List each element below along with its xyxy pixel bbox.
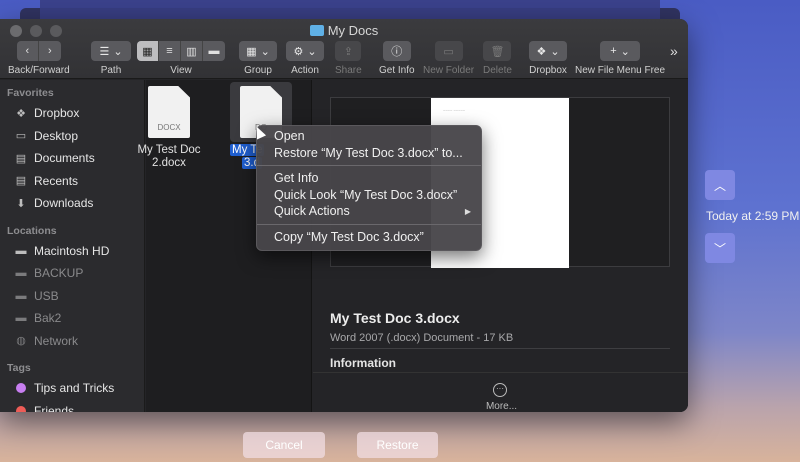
- menu-separator: [257, 165, 481, 166]
- network-icon: ◍: [16, 335, 26, 348]
- chevron-down-icon: ⌄: [113, 45, 123, 58]
- context-menu: Open Restore “My Test Doc 3.docx” to... …: [256, 125, 482, 251]
- sidebar-item-tag-tips[interactable]: Tips and Tricks: [0, 377, 144, 400]
- file-item[interactable]: DOCX My Test Doc 2.docx: [124, 86, 214, 170]
- toolbar-overflow-icon[interactable]: »: [670, 43, 678, 59]
- sidebar-item-recents[interactable]: ▤ Recents: [0, 170, 144, 193]
- menu-item-open[interactable]: Open: [257, 128, 481, 145]
- gallery-view-icon[interactable]: ▬: [203, 41, 225, 61]
- sidebar-item-backup[interactable]: ▬ BACKUP: [0, 262, 144, 285]
- chevron-down-icon: ⌄: [260, 45, 270, 58]
- get-info-button[interactable]: ⓘ Get Info: [379, 41, 415, 76]
- sidebar-item-desktop[interactable]: ▭ Desktop: [0, 125, 144, 148]
- divider: [330, 348, 670, 349]
- chevron-down-icon: ⌄: [550, 45, 560, 58]
- toolbar: My Docs ‹ › Back/Forward ☰ ⌄ Path ▦ ≡ ▥ ▬ …: [0, 19, 688, 79]
- preview-subtitle: Word 2007 (.docx) Document - 17 KB: [330, 332, 514, 344]
- chevron-down-icon: ⌄: [620, 45, 630, 58]
- menu-item-copy[interactable]: Copy “My Test Doc 3.docx”: [257, 229, 481, 246]
- column-view-icon[interactable]: ▥: [181, 41, 203, 61]
- new-folder-icon: ▭: [443, 45, 454, 58]
- cancel-button[interactable]: Cancel: [243, 432, 325, 458]
- chevron-down-icon: ﹀: [713, 241, 726, 256]
- time-machine-timestamp: Today at 2:59 PM: [706, 209, 800, 223]
- sidebar-item-tag-friends[interactable]: Friends: [0, 400, 144, 412]
- dropbox-button[interactable]: ❖ ⌄ Dropbox: [529, 41, 567, 76]
- sidebar-section-locations: Locations: [7, 224, 57, 237]
- delete-button[interactable]: 🗑 Delete: [483, 41, 512, 76]
- disk-icon: ▬: [15, 289, 27, 302]
- more-label[interactable]: More...: [313, 401, 688, 412]
- menu-item-quick-actions[interactable]: Quick Actions ▶: [257, 203, 481, 220]
- menu-separator: [257, 223, 481, 225]
- sidebar-item-usb[interactable]: ▬ USB: [0, 285, 144, 308]
- recents-icon: ▤: [15, 175, 27, 188]
- dropbox-icon: ❖: [16, 107, 26, 120]
- timeline-down-button[interactable]: ﹀: [705, 233, 735, 263]
- tag-dot-icon: [16, 383, 26, 394]
- docx-file-icon: DOCX: [148, 86, 190, 138]
- sidebar-section-tags: Tags: [7, 362, 31, 374]
- share-icon: ⇪: [343, 45, 353, 58]
- preview-title: My Test Doc 3.docx: [330, 310, 460, 326]
- documents-icon: ▤: [15, 152, 27, 165]
- window-title: My Docs: [0, 23, 688, 38]
- tag-dot-icon: [16, 405, 26, 412]
- group-button[interactable]: ▦ ⌄ Group: [239, 41, 277, 76]
- disk-icon: ▬: [15, 312, 27, 325]
- info-icon: ⓘ: [391, 46, 403, 58]
- dropbox-icon: ❖: [536, 45, 547, 58]
- desktop-icon: ▭: [15, 130, 27, 143]
- chevron-up-icon: ︿: [713, 178, 726, 193]
- menu-item-quick-look[interactable]: Quick Look “My Test Doc 3.docx”: [257, 187, 481, 204]
- sidebar-item-downloads[interactable]: ⬇ Downloads: [0, 192, 144, 215]
- information-header: Information: [330, 356, 396, 370]
- chevron-down-icon: ⌄: [307, 45, 317, 58]
- path-icon: ☰: [99, 45, 110, 58]
- folder-icon: [309, 25, 324, 36]
- sidebar-item-macintosh-hd[interactable]: ▬ Macintosh HD: [0, 240, 144, 263]
- back-forward-control: ‹ › Back/Forward: [8, 41, 70, 76]
- restore-button[interactable]: Restore: [357, 432, 438, 458]
- trash-icon: 🗑: [490, 45, 505, 58]
- share-button[interactable]: ⇪ Share: [335, 41, 362, 76]
- disk-icon: ▬: [15, 267, 27, 280]
- action-button[interactable]: ⚙ ⌄ Action: [286, 41, 324, 76]
- downloads-icon: ⬇: [16, 197, 26, 210]
- preview-actions: ··· More...: [313, 372, 688, 412]
- back-button[interactable]: ‹: [17, 41, 39, 61]
- sidebar-item-bak2[interactable]: ▬ Bak2: [0, 307, 144, 330]
- sidebar-item-documents[interactable]: ▤ Documents: [0, 147, 144, 170]
- group-icon: ▦: [246, 45, 257, 58]
- gear-icon: ⚙: [293, 45, 304, 58]
- more-icon[interactable]: ···: [493, 383, 507, 397]
- sidebar-item-network[interactable]: ◍ Network: [0, 330, 144, 353]
- list-view-icon[interactable]: ≡: [159, 41, 181, 61]
- path-button[interactable]: ☰ ⌄ Path: [91, 41, 131, 76]
- menu-item-get-info[interactable]: Get Info: [257, 170, 481, 187]
- forward-button[interactable]: ›: [39, 41, 61, 61]
- sidebar-item-dropbox[interactable]: ❖ Dropbox: [0, 102, 144, 125]
- file-name: My Test Doc 2.docx: [137, 144, 201, 169]
- plus-icon: +: [610, 45, 617, 57]
- disk-icon: ▬: [15, 244, 27, 257]
- view-control: ▦ ≡ ▥ ▬ View: [137, 41, 225, 76]
- timeline-up-button[interactable]: ︿: [705, 170, 735, 200]
- new-folder-button[interactable]: ▭ New Folder: [423, 41, 474, 76]
- submenu-arrow-icon: ▶: [464, 206, 471, 216]
- new-file-menu-button[interactable]: + ⌄ New File Menu Free: [575, 41, 665, 76]
- menu-item-restore[interactable]: Restore “My Test Doc 3.docx” to...: [257, 145, 481, 162]
- icon-view-icon[interactable]: ▦: [137, 41, 159, 61]
